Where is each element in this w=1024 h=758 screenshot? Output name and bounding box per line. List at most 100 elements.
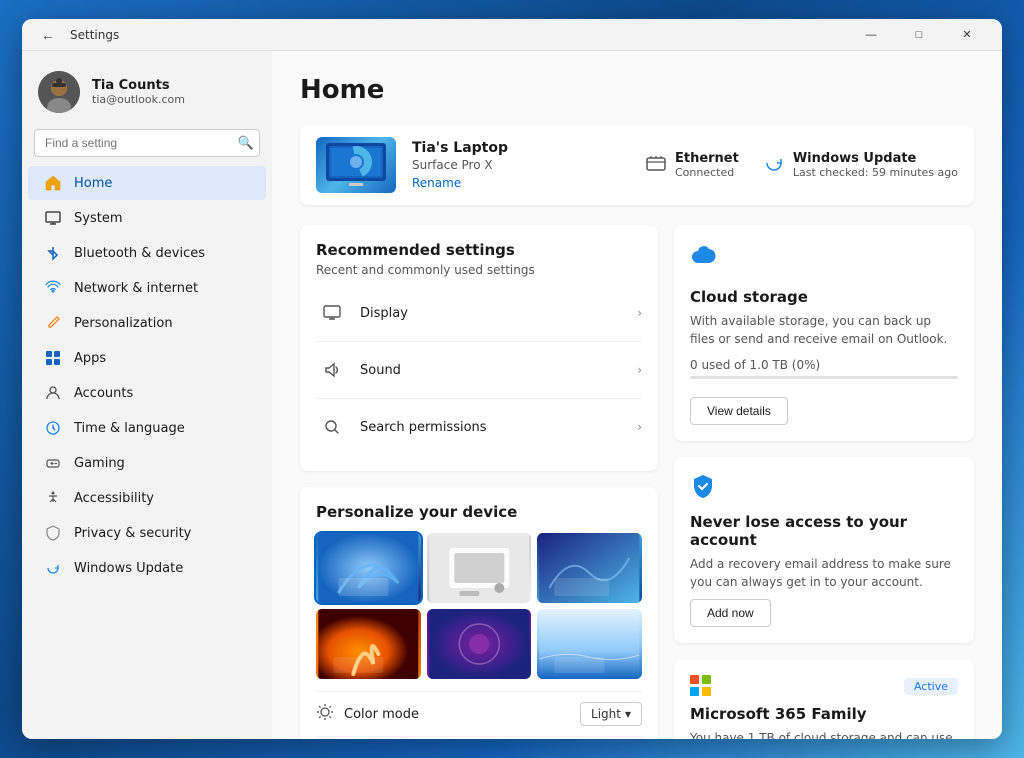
device-model: Surface Pro X [412,158,629,172]
window-controls: — □ ✕ [848,19,990,51]
search-box: 🔍 [34,129,260,157]
user-name: Tia Counts [92,78,256,93]
cloud-icon [690,241,958,280]
ms365-logo [690,675,712,697]
sidebar-item-network[interactable]: Network & internet [28,271,266,305]
close-button[interactable]: ✕ [944,19,990,51]
storage-bar [690,376,958,379]
sound-icon [316,354,348,386]
wallpaper-5[interactable] [427,609,532,679]
color-mode-select[interactable]: Light ▾ [580,702,642,726]
privacy-icon [44,524,62,542]
sidebar-item-update[interactable]: Windows Update [28,551,266,585]
settings-item-sound[interactable]: Sound › [316,342,642,399]
sidebar-item-personalization[interactable]: Personalization [28,306,266,340]
maximize-button[interactable]: □ [896,19,942,51]
sidebar-item-accessibility[interactable]: Accessibility [28,481,266,515]
color-mode-icon [316,703,344,725]
sidebar-item-apps[interactable]: Apps [28,341,266,375]
view-details-button[interactable]: View details [690,397,788,425]
sidebar-item-personalization-label: Personalization [74,316,173,331]
sidebar-item-accounts-label: Accounts [74,386,133,401]
cloud-title: Cloud storage [690,288,958,306]
wallpaper-2[interactable] [427,533,532,603]
sidebar-item-home[interactable]: Home [28,166,266,200]
storage-bar-container: 0 used of 1.0 TB (0%) [690,358,958,379]
sidebar-item-system[interactable]: System [28,201,266,235]
wallpaper-1[interactable] [316,533,421,603]
main-column: Recommended settings Recent and commonly… [300,225,658,739]
search-arrow: › [637,420,642,434]
device-image [316,137,396,193]
wallpaper-4[interactable] [316,609,421,679]
update-status-icon [763,152,785,179]
nav-list: Home System Bluetooth & devices [22,165,272,586]
ms365-header: Active [690,675,958,697]
two-col-layout: Recommended settings Recent and commonly… [300,225,974,739]
browse-row[interactable]: Browse more backgrounds, colors, and the… [316,736,642,739]
display-icon [316,297,348,329]
color-mode-chevron: ▾ [625,707,631,721]
recommended-list: Display › Sound › [316,285,642,455]
color-mode-label: Color mode [344,707,580,722]
add-now-button[interactable]: Add now [690,599,771,627]
security-icon [690,473,958,505]
update-icon [44,559,62,577]
display-arrow: › [637,306,642,320]
side-column: Cloud storage With available storage, yo… [674,225,974,739]
account-security-card: Never lose access to your account Add a … [674,457,974,643]
update-text: Windows Update Last checked: 59 minutes … [793,151,958,179]
ethernet-icon [645,152,667,179]
minimize-button[interactable]: — [848,19,894,51]
sidebar-item-accounts[interactable]: Accounts [28,376,266,410]
search-permissions-icon [316,411,348,443]
sidebar-item-update-label: Windows Update [74,561,183,576]
personalize-card: Personalize your device [300,487,658,739]
bluetooth-icon [44,244,62,262]
color-mode-value: Light [591,707,621,721]
ms365-green [702,675,711,684]
accessibility-icon [44,489,62,507]
ms365-red [690,675,699,684]
wallpaper-6[interactable] [537,609,642,679]
ethernet-status: Ethernet Connected [645,151,739,179]
sidebar-item-apps-label: Apps [74,351,106,366]
window-content: Tia Counts tia@outlook.com 🔍 Home [22,51,1002,739]
home-icon [44,174,62,192]
settings-item-search[interactable]: Search permissions › [316,399,642,455]
user-info: Tia Counts tia@outlook.com [92,78,256,106]
search-icon[interactable]: 🔍 [238,135,254,151]
ms365-blue [690,687,699,696]
main-panel: Home Tia's Laptop Surface [272,51,1002,739]
device-rename-link[interactable]: Rename [412,176,629,190]
sidebar-item-time-label: Time & language [74,421,185,436]
personalize-title: Personalize your device [316,503,642,521]
back-button[interactable]: ← [34,21,62,49]
sidebar-item-gaming-label: Gaming [74,456,125,471]
sidebar-item-privacy[interactable]: Privacy & security [28,516,266,550]
status-chips: Ethernet Connected Windows Update Last c… [645,151,958,179]
device-name: Tia's Laptop [412,140,629,156]
ethernet-label: Ethernet [675,151,739,166]
sound-label: Sound [360,363,637,378]
search-input[interactable] [34,129,260,157]
sidebar-item-bluetooth[interactable]: Bluetooth & devices [28,236,266,270]
wallpaper-3[interactable] [537,533,642,603]
titlebar: ← Settings — □ ✕ [22,19,1002,51]
sidebar-item-network-label: Network & internet [74,281,198,296]
recommended-subtitle: Recent and commonly used settings [316,263,642,277]
ms365-desc: You have 1 TB of cloud storage and can u… [690,729,958,739]
security-title: Never lose access to your account [690,513,958,549]
security-desc: Add a recovery email address to make sur… [690,555,958,591]
accounts-icon [44,384,62,402]
wallpaper-grid [316,533,642,679]
settings-item-display[interactable]: Display › [316,285,642,342]
time-icon [44,419,62,437]
sidebar-item-bluetooth-label: Bluetooth & devices [74,246,205,261]
ethernet-sub: Connected [675,166,739,179]
update-status: Windows Update Last checked: 59 minutes … [763,151,958,179]
sidebar-item-time[interactable]: Time & language [28,411,266,445]
sidebar-item-gaming[interactable]: Gaming [28,446,266,480]
sidebar-item-accessibility-label: Accessibility [74,491,154,506]
storage-label: 0 used of 1.0 TB (0%) [690,358,958,372]
